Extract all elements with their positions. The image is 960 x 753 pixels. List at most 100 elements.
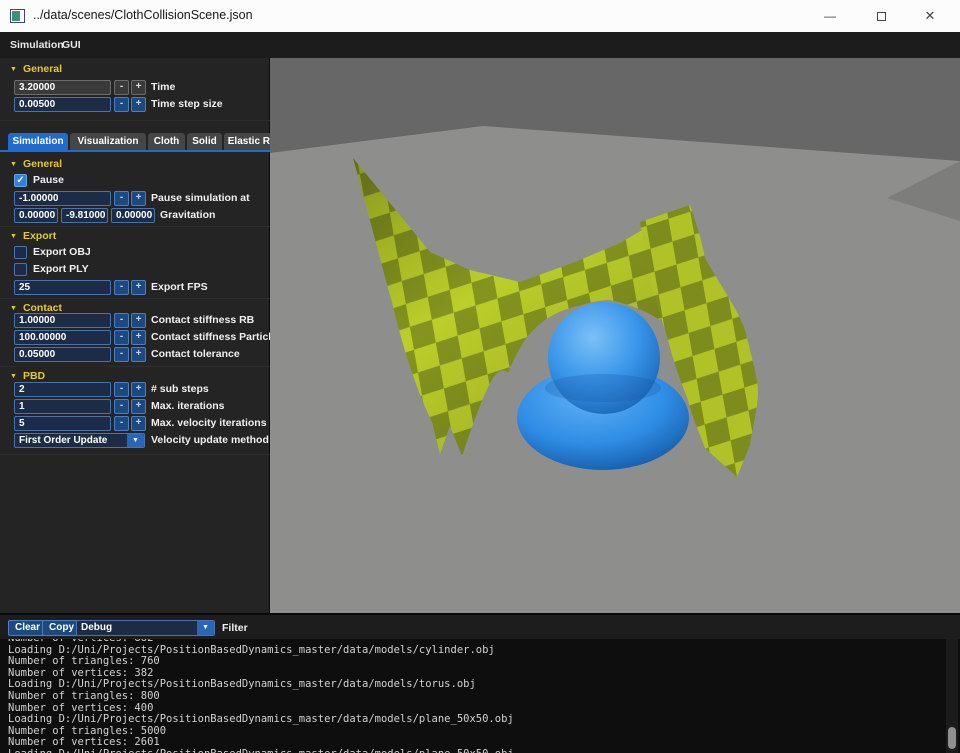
- contact-tolerance-input[interactable]: 0.05000: [14, 347, 111, 362]
- contact-stiffness-rb-input[interactable]: 1.00000: [14, 313, 111, 328]
- gravitation-y-input[interactable]: -9.81000: [61, 208, 108, 223]
- export-ply-label: Export PLY: [33, 262, 89, 277]
- divider: [0, 120, 270, 121]
- divider: [0, 298, 270, 299]
- application-window: ../data/scenes/ClothCollisionScene.json …: [0, 0, 960, 753]
- tab-cloth[interactable]: Cloth: [148, 133, 185, 150]
- close-button[interactable]: ✕: [907, 0, 953, 32]
- log-scrollbar[interactable]: [946, 639, 958, 753]
- gravitation-z-input[interactable]: 0.00000: [111, 208, 155, 223]
- contact-stiffness-particle-rb-input[interactable]: 100.00000: [14, 330, 111, 345]
- log-scrollbar-thumb[interactable]: [948, 727, 956, 749]
- tab-solid[interactable]: Solid: [187, 133, 222, 150]
- menu-bar: Simulation GUI: [0, 32, 960, 58]
- contact-stiffness-rb-increment-button[interactable]: +: [131, 313, 146, 328]
- log-output[interactable]: Number of vertices: 882 Loading D:/Uni/P…: [0, 639, 960, 753]
- pause-checkbox[interactable]: ✓: [14, 174, 27, 187]
- collapse-icon: ▼: [10, 66, 17, 73]
- tab-visualization[interactable]: Visualization: [70, 133, 146, 150]
- chevron-down-icon: ▼: [127, 434, 144, 447]
- tab-simulation[interactable]: Simulation: [8, 133, 68, 150]
- export-fps-input[interactable]: 25: [14, 280, 111, 295]
- viewport-3d[interactable]: [270, 58, 960, 613]
- menu-gui[interactable]: GUI: [56, 32, 87, 58]
- export-obj-label: Export OBJ: [33, 245, 91, 260]
- title-bar: ../data/scenes/ClothCollisionScene.json …: [0, 0, 960, 32]
- time-step-input[interactable]: 0.00500: [14, 97, 111, 112]
- max-velocity-iterations-label: Max. velocity iterations: [151, 416, 267, 431]
- pause-at-increment-button[interactable]: +: [131, 191, 146, 206]
- max-iterations-input[interactable]: 1: [14, 399, 111, 414]
- divider: [0, 366, 270, 367]
- sphere-torus-crease: [545, 374, 661, 402]
- export-obj-checkbox[interactable]: [14, 246, 27, 259]
- log-level-value: Debug: [81, 622, 112, 633]
- pause-simulation-at-label: Pause simulation at: [151, 191, 250, 206]
- sub-steps-input[interactable]: 2: [14, 382, 111, 397]
- divider: [0, 226, 270, 227]
- sub-steps-label: # sub steps: [151, 382, 209, 397]
- time-step-label: Time step size: [151, 97, 223, 112]
- export-fps-decrement-button[interactable]: -: [114, 280, 129, 295]
- maximize-icon: [877, 12, 886, 21]
- contact-stiffness-particle-rb-decrement-button[interactable]: -: [114, 330, 129, 345]
- section-title: PBD: [23, 370, 45, 382]
- export-fps-label: Export FPS: [151, 280, 208, 295]
- log-level-select[interactable]: Debug ▼: [76, 620, 215, 636]
- minimize-icon: —: [824, 9, 836, 23]
- scene-render: [270, 58, 960, 613]
- pause-label: Pause: [33, 173, 64, 188]
- collapse-icon: ▼: [10, 373, 17, 380]
- max-iterations-decrement-button[interactable]: -: [114, 399, 129, 414]
- velocity-update-method-label: Velocity update method: [151, 433, 269, 448]
- section-header-export[interactable]: ▼ Export: [10, 230, 56, 242]
- section-header-general-top[interactable]: ▼ General: [10, 63, 62, 75]
- max-velocity-iterations-decrement-button[interactable]: -: [114, 416, 129, 431]
- max-velocity-iterations-increment-button[interactable]: +: [131, 416, 146, 431]
- time-increment-button[interactable]: +: [131, 80, 146, 95]
- app-icon: [10, 9, 25, 23]
- window-title: ../data/scenes/ClothCollisionScene.json: [33, 8, 253, 22]
- minimize-button[interactable]: —: [807, 0, 853, 32]
- max-iterations-label: Max. iterations: [151, 399, 225, 414]
- export-ply-checkbox[interactable]: [14, 263, 27, 276]
- collapse-icon: ▼: [10, 233, 17, 240]
- tab-underline: [0, 150, 270, 152]
- max-iterations-increment-button[interactable]: +: [131, 399, 146, 414]
- close-icon: ✕: [925, 8, 936, 23]
- divider: [0, 454, 270, 455]
- section-header-sim-general[interactable]: ▼General: [10, 158, 62, 170]
- velocity-update-method-value: First Order Update: [19, 435, 107, 446]
- section-title: General: [23, 63, 62, 75]
- chevron-down-icon: ▼: [197, 621, 214, 635]
- pause-at-decrement-button[interactable]: -: [114, 191, 129, 206]
- maximize-button[interactable]: [858, 0, 904, 32]
- contact-tolerance-decrement-button[interactable]: -: [114, 347, 129, 362]
- check-icon: ✓: [16, 175, 24, 186]
- log-line: Loading D:/Uni/Projects/PositionBasedDyn…: [8, 714, 938, 726]
- sub-steps-decrement-button[interactable]: -: [114, 382, 129, 397]
- collapse-icon: ▼: [10, 305, 17, 312]
- max-velocity-iterations-input[interactable]: 5: [14, 416, 111, 431]
- contact-stiffness-particle-rb-increment-button[interactable]: +: [131, 330, 146, 345]
- contact-tolerance-increment-button[interactable]: +: [131, 347, 146, 362]
- filter-label: Filter: [222, 620, 248, 636]
- sub-steps-increment-button[interactable]: +: [131, 382, 146, 397]
- time-step-increment-button[interactable]: +: [131, 97, 146, 112]
- time-decrement-button[interactable]: -: [114, 80, 129, 95]
- velocity-update-method-select[interactable]: First Order Update ▼: [14, 433, 145, 448]
- time-label: Time: [151, 80, 175, 95]
- section-title: Export: [23, 230, 56, 242]
- contact-stiffness-rb-decrement-button[interactable]: -: [114, 313, 129, 328]
- time-step-decrement-button[interactable]: -: [114, 97, 129, 112]
- gravitation-x-input[interactable]: 0.00000: [14, 208, 58, 223]
- console-toolbar: Clear Copy Debug ▼ Filter: [0, 613, 960, 639]
- collapse-icon: ▼: [10, 161, 17, 168]
- log-line: Number of triangles: 800: [8, 691, 938, 703]
- contact-tolerance-label: Contact tolerance: [151, 347, 240, 362]
- pause-simulation-at-input[interactable]: -1.00000: [14, 191, 111, 206]
- section-header-pbd[interactable]: ▼ PBD: [10, 370, 45, 382]
- gravitation-label: Gravitation: [160, 208, 215, 223]
- time-input[interactable]: 3.20000: [14, 80, 111, 95]
- export-fps-increment-button[interactable]: +: [131, 280, 146, 295]
